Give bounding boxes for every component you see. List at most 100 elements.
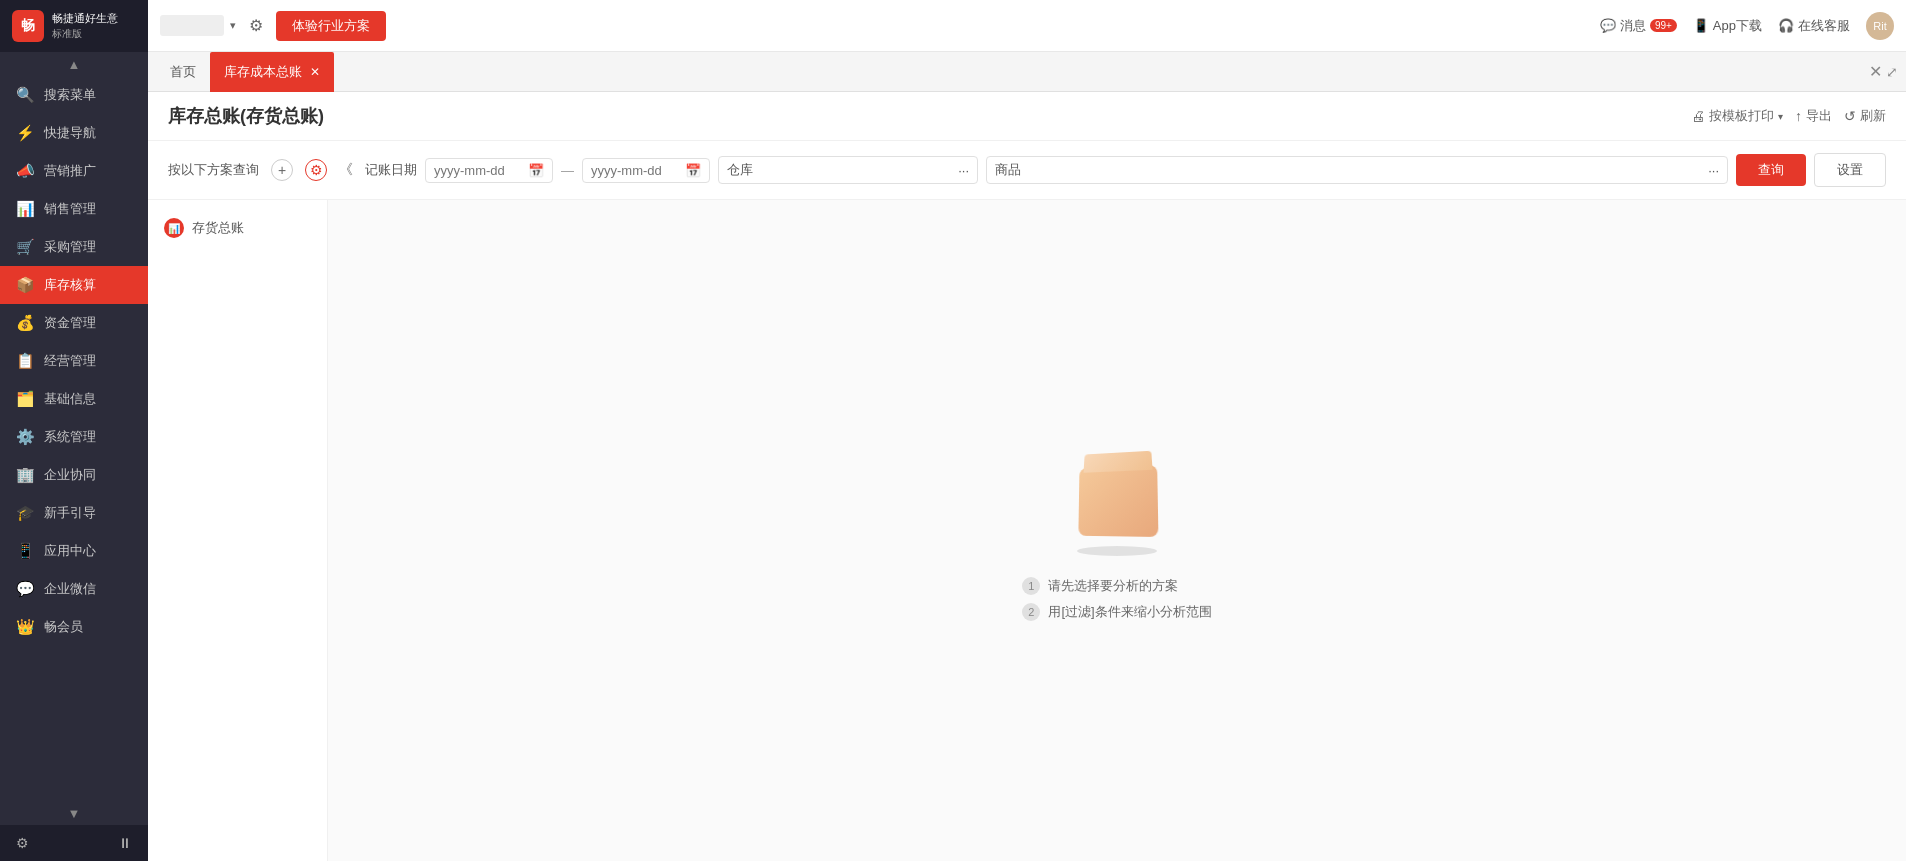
empty-shadow — [1077, 546, 1157, 556]
message-label: 消息 — [1620, 17, 1646, 35]
app-download-label: App下载 — [1713, 17, 1762, 35]
sidebar: 畅 畅捷通好生意 标准版 ▲ 🔍 搜索菜单 ⚡ 快捷导航 📣 营销推广 📊 销售… — [0, 0, 148, 861]
print-icon: 🖨 — [1691, 108, 1705, 124]
date-start-input[interactable] — [434, 163, 524, 178]
goods-more-btn[interactable]: ··· — [1708, 163, 1719, 178]
scroll-up-btn[interactable]: ▲ — [0, 52, 148, 76]
left-panel-item-inventory[interactable]: 📊 存货总账 — [148, 210, 327, 246]
warehouse-more-btn[interactable]: ··· — [958, 163, 969, 178]
logo-icon: 畅 — [12, 10, 44, 42]
sidebar-item-label: 企业微信 — [44, 580, 96, 598]
sidebar-item-label: 新手引导 — [44, 504, 96, 522]
sidebar-item-search[interactable]: 🔍 搜索菜单 — [0, 76, 148, 114]
date-end-input[interactable] — [591, 163, 681, 178]
export-icon: ↑ — [1795, 108, 1802, 124]
sidebar-item-label: 快捷导航 — [44, 124, 96, 142]
sidebar-item-label: 资金管理 — [44, 314, 96, 332]
panel-close-btn[interactable]: ✕ — [1869, 62, 1882, 81]
refresh-btn[interactable]: ↺ 刷新 — [1844, 107, 1886, 125]
enterprise-icon: 🏢 — [16, 466, 34, 484]
date-start-field[interactable]: 📅 — [425, 158, 553, 183]
message-badge: 99+ — [1650, 19, 1677, 32]
sidebar-item-label: 营销推广 — [44, 162, 96, 180]
app-logo: 畅 畅捷通好生意 标准版 — [0, 0, 148, 52]
inventory-icon: 📦 — [16, 276, 34, 294]
sidebar-item-system[interactable]: ⚙️ 系统管理 — [0, 418, 148, 456]
right-content: 1 请先选择要分析的方案 2 用[过滤]条件来缩小分析范围 — [328, 200, 1906, 861]
print-dropdown-icon: ▾ — [1778, 111, 1783, 122]
top-settings-btn[interactable]: ⚙ — [242, 12, 270, 40]
query-btn[interactable]: 查询 — [1736, 154, 1806, 186]
online-service-label: 在线客服 — [1798, 17, 1850, 35]
sidebar-item-inventory[interactable]: 📦 库存核算 — [0, 266, 148, 304]
print-label: 按模板打印 — [1709, 107, 1774, 125]
scroll-down-btn[interactable]: ▼ — [0, 801, 148, 825]
calendar-end-icon: 📅 — [685, 163, 701, 178]
hint-item-2: 2 用[过滤]条件来缩小分析范围 — [1022, 603, 1211, 621]
avatar[interactable]: Rit — [1866, 12, 1894, 40]
sidebar-item-vip[interactable]: 👑 畅会员 — [0, 608, 148, 646]
headset-icon: 🎧 — [1778, 18, 1794, 33]
user-dropdown-btn[interactable]: ▾ — [230, 19, 236, 32]
online-service-item[interactable]: 🎧 在线客服 — [1778, 17, 1850, 35]
sidebar-item-marketing[interactable]: 📣 营销推广 — [0, 152, 148, 190]
date-range-dash: — — [561, 163, 574, 178]
date-end-field[interactable]: 📅 — [582, 158, 710, 183]
system-icon: ⚙️ — [16, 428, 34, 446]
print-template-btn[interactable]: 🖨 按模板打印 ▾ — [1691, 107, 1783, 125]
top-bar-left: ▾ ⚙ 体验行业方案 — [160, 11, 1592, 41]
filter-add-btn[interactable]: + — [271, 159, 293, 181]
empty-state: 1 请先选择要分析的方案 2 用[过滤]条件来缩小分析范围 — [1022, 441, 1211, 621]
hint-num-1: 1 — [1022, 577, 1040, 595]
empty-illustration — [1057, 441, 1177, 561]
sidebar-item-operations[interactable]: 📋 经营管理 — [0, 342, 148, 380]
left-panel: 📊 存货总账 — [148, 200, 328, 861]
sidebar-item-label: 畅会员 — [44, 618, 83, 636]
operations-icon: 📋 — [16, 352, 34, 370]
page-title: 库存总账(存货总账) — [168, 104, 324, 128]
goods-field[interactable]: 商品 ··· — [986, 156, 1728, 184]
sidebar-item-enterprise[interactable]: 🏢 企业协同 — [0, 456, 148, 494]
calendar-start-icon: 📅 — [528, 163, 544, 178]
newbie-icon: 🎓 — [16, 504, 34, 522]
sidebar-item-app-center[interactable]: 📱 应用中心 — [0, 532, 148, 570]
tab-inventory-ledger[interactable]: 库存成本总账 ✕ — [210, 52, 334, 92]
sidebar-item-label: 库存核算 — [44, 276, 96, 294]
tab-home[interactable]: 首页 — [156, 52, 210, 92]
sidebar-item-label: 销售管理 — [44, 200, 96, 218]
top-bar-right: 💬 消息 99+ 📱 App下载 🎧 在线客服 Rit — [1600, 12, 1894, 40]
sidebar-item-finance[interactable]: 💰 资金管理 — [0, 304, 148, 342]
tab-close-btn[interactable]: ✕ — [310, 65, 320, 79]
sidebar-item-purchase[interactable]: 🛒 采购管理 — [0, 228, 148, 266]
collapse-icon[interactable]: ⏸ — [118, 835, 132, 851]
main-area: ▾ ⚙ 体验行业方案 💬 消息 99+ 📱 App下载 🎧 在线客服 Rit — [148, 0, 1906, 861]
filter-collapse-btn[interactable]: 《 — [339, 161, 353, 179]
page-header: 库存总账(存货总账) 🖨 按模板打印 ▾ ↑ 导出 ↺ 刷新 — [148, 92, 1906, 141]
top-bar: ▾ ⚙ 体验行业方案 💬 消息 99+ 📱 App下载 🎧 在线客服 Rit — [148, 0, 1906, 52]
setup-btn[interactable]: 设置 — [1814, 153, 1886, 187]
sidebar-item-newbie[interactable]: 🎓 新手引导 — [0, 494, 148, 532]
sidebar-item-sales[interactable]: 📊 销售管理 — [0, 190, 148, 228]
trial-industry-btn[interactable]: 体验行业方案 — [276, 11, 386, 41]
app-download-item[interactable]: 📱 App下载 — [1693, 17, 1762, 35]
sidebar-item-quick-nav[interactable]: ⚡ 快捷导航 — [0, 114, 148, 152]
export-btn[interactable]: ↑ 导出 — [1795, 107, 1832, 125]
sidebar-item-base-info[interactable]: 🗂️ 基础信息 — [0, 380, 148, 418]
enterprise-wx-icon: 💬 — [16, 580, 34, 598]
hint-text-1: 请先选择要分析的方案 — [1048, 577, 1178, 595]
warehouse-label: 仓库 — [727, 161, 753, 179]
settings-bottom-icon[interactable]: ⚙ — [16, 835, 29, 851]
hint-item-1: 1 请先选择要分析的方案 — [1022, 577, 1211, 595]
left-panel-item-label: 存货总账 — [192, 219, 244, 237]
user-area — [160, 15, 224, 36]
warehouse-field[interactable]: 仓库 ··· — [718, 156, 978, 184]
sidebar-nav: 🔍 搜索菜单 ⚡ 快捷导航 📣 营销推广 📊 销售管理 🛒 采购管理 📦 库存核… — [0, 76, 148, 801]
export-label: 导出 — [1806, 107, 1832, 125]
message-item[interactable]: 💬 消息 99+ — [1600, 17, 1677, 35]
sidebar-item-enterprise-wx[interactable]: 💬 企业微信 — [0, 570, 148, 608]
filter-area: 按以下方案查询 + ⚙ 《 记账日期 📅 — 📅 — [148, 141, 1906, 200]
page-container: 库存总账(存货总账) 🖨 按模板打印 ▾ ↑ 导出 ↺ 刷新 — [148, 92, 1906, 861]
settings-icon: ⚙ — [249, 16, 263, 35]
filter-settings-icon-btn[interactable]: ⚙ — [305, 159, 327, 181]
panel-expand-btn[interactable]: ⤢ — [1886, 64, 1898, 80]
